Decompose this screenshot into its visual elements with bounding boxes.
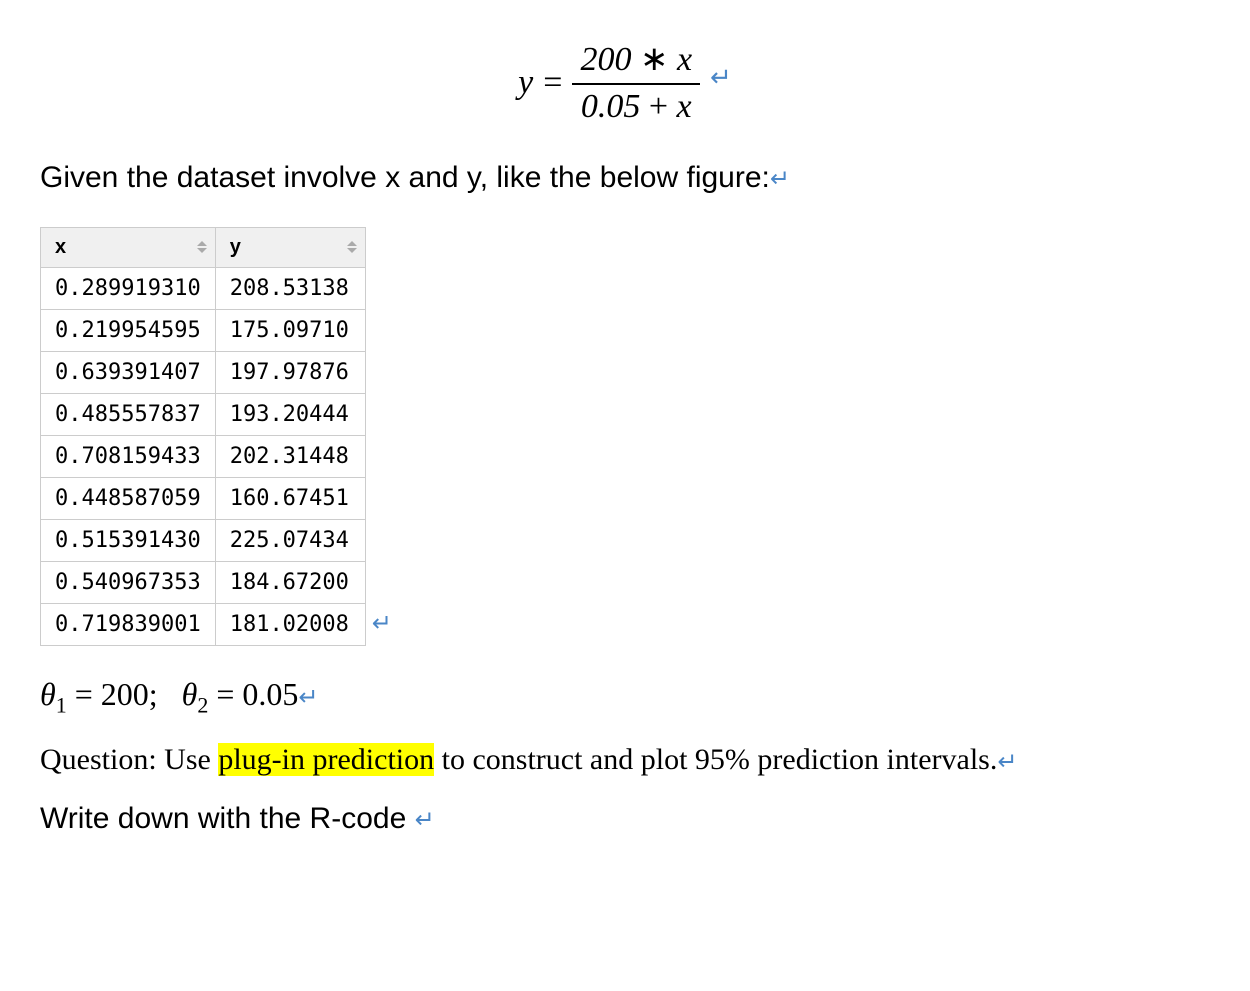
table-row: 0.719839001181.02008: [41, 603, 366, 645]
table-row: 0.289919310208.53138: [41, 267, 366, 309]
write-text: Write down with the R-code: [40, 802, 415, 835]
numerator-b: x: [677, 41, 692, 78]
table-row: 0.639391407197.97876: [41, 351, 366, 393]
write-line: Write down with the R-code ↵: [40, 802, 1210, 836]
fraction: 200 ∗ x 0.05 + x: [572, 40, 700, 128]
column-header-x[interactable]: x: [41, 227, 216, 267]
table-row: 0.219954595175.09710: [41, 309, 366, 351]
cell-x: 0.448587059: [41, 477, 216, 519]
cell-x: 0.719839001: [41, 603, 216, 645]
paragraph-mark-icon: ↵: [298, 685, 318, 711]
cell-y: 225.07434: [215, 519, 365, 561]
numerator-a: 200: [580, 41, 631, 78]
table-row: 0.708159433202.31448: [41, 435, 366, 477]
question-line: Question: Use plug-in prediction to cons…: [40, 743, 1210, 777]
question-highlight: plug-in prediction: [218, 743, 434, 776]
cell-x: 0.485557837: [41, 393, 216, 435]
table-row: 0.448587059160.67451: [41, 477, 366, 519]
cell-y: 208.53138: [215, 267, 365, 309]
table-row: 0.540967353184.67200: [41, 561, 366, 603]
theta2-value: = 0.05: [216, 676, 298, 712]
intro-text-line: Given the dataset involve x and y, like …: [40, 158, 1210, 197]
header-label-x: x: [55, 236, 66, 258]
cell-y: 160.67451: [215, 477, 365, 519]
table-row: 0.485557837193.20444: [41, 393, 366, 435]
theta1-value: = 200;: [75, 676, 158, 712]
cell-x: 0.540967353: [41, 561, 216, 603]
theta1-symbol: θ: [40, 676, 56, 712]
theta-params: θ1 = 200; θ2 = 0.05↵: [40, 676, 1210, 718]
numerator-op: ∗: [640, 41, 669, 78]
header-label-y: y: [230, 236, 241, 258]
paragraph-mark-icon: ↵: [372, 609, 392, 666]
cell-x: 0.289919310: [41, 267, 216, 309]
cell-x: 0.639391407: [41, 351, 216, 393]
cell-x: 0.708159433: [41, 435, 216, 477]
sort-icon[interactable]: [347, 241, 357, 253]
data-table: x y 0.289919310208.53138 0.219954595175.…: [40, 227, 366, 646]
cell-y: 197.97876: [215, 351, 365, 393]
equation-lhs: y: [518, 63, 533, 104]
sort-icon[interactable]: [197, 241, 207, 253]
question-prefix: Question: Use: [40, 743, 218, 776]
theta2-sub: 2: [197, 692, 208, 717]
table-row: 0.515391430225.07434: [41, 519, 366, 561]
cell-y: 181.02008: [215, 603, 365, 645]
cell-y: 193.20444: [215, 393, 365, 435]
denominator-a: 0.05: [581, 88, 641, 125]
cell-y: 175.09710: [215, 309, 365, 351]
cell-y: 184.67200: [215, 561, 365, 603]
paragraph-mark-icon: ↵: [997, 750, 1017, 776]
equation-block: y = 200 ∗ x 0.05 + x ↵: [40, 40, 1210, 128]
question-suffix: to construct and plot 95% prediction int…: [434, 743, 997, 776]
cell-x: 0.515391430: [41, 519, 216, 561]
intro-text: Given the dataset involve x and y, like …: [40, 161, 770, 194]
equals-sign: =: [543, 63, 562, 104]
paragraph-mark-icon: ↵: [770, 165, 790, 192]
cell-x: 0.219954595: [41, 309, 216, 351]
denominator-op: +: [649, 88, 668, 125]
cell-y: 202.31448: [215, 435, 365, 477]
theta2-symbol: θ: [182, 676, 198, 712]
paragraph-mark-icon: ↵: [710, 62, 732, 93]
paragraph-mark-icon: ↵: [415, 807, 435, 834]
denominator-b: x: [677, 88, 692, 125]
column-header-y[interactable]: y: [215, 227, 365, 267]
theta1-sub: 1: [56, 692, 67, 717]
